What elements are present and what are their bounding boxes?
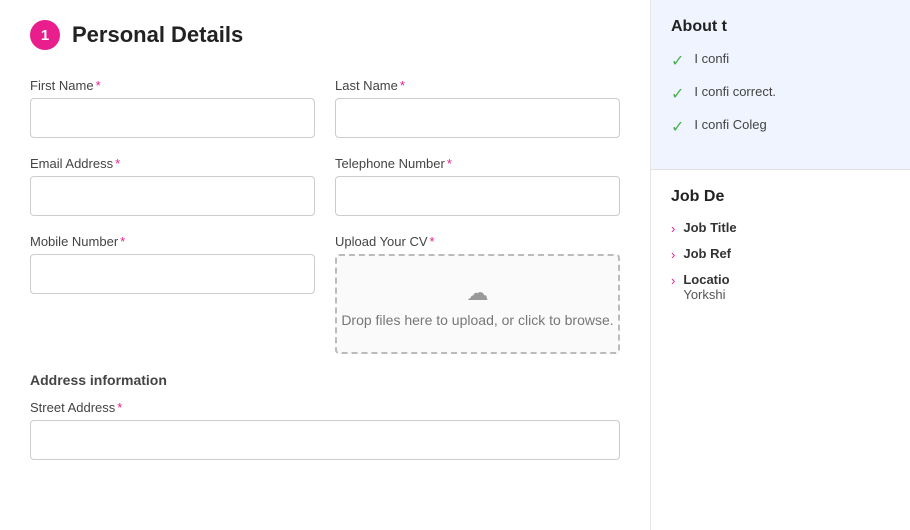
sidebar-job-item-location: › Locatio Yorkshi	[671, 272, 890, 302]
upload-icon: ☁	[467, 280, 489, 306]
last-name-group: Last Name*	[335, 78, 620, 138]
check-icon-3: ✓	[671, 117, 684, 137]
step-badge: 1	[30, 20, 60, 50]
sidebar-check-item-2: ✓ I confi correct.	[671, 83, 890, 104]
check-text-2: I confi correct.	[694, 83, 776, 101]
upload-cv-label: Upload Your CV*	[335, 234, 620, 249]
section-header: 1 Personal Details	[30, 20, 620, 50]
sidebar-about-title: About t	[671, 18, 890, 36]
upload-drop-text: Drop files here to upload, or click to b…	[341, 312, 613, 328]
chevron-icon-1: ›	[671, 221, 675, 236]
email-tel-row: Email Address* Telephone Number*	[30, 156, 620, 216]
check-text-3: I confi Coleg	[694, 116, 766, 134]
last-name-label: Last Name*	[335, 78, 620, 93]
email-required: *	[115, 156, 120, 171]
upload-cv-group: Upload Your CV* ☁ Drop files here to upl…	[335, 234, 620, 354]
address-section: Address information Street Address*	[30, 372, 620, 460]
first-name-input[interactable]	[30, 98, 315, 138]
mobile-upload-row: Mobile Number* Upload Your CV* ☁ Drop fi…	[30, 234, 620, 354]
first-name-group: First Name*	[30, 78, 315, 138]
street-address-required: *	[117, 400, 122, 415]
sidebar-job-section: Job De › Job Title › Job Ref › Locatio Y…	[651, 170, 910, 330]
sidebar: About t ✓ I confi ✓ I confi correct. ✓ I…	[650, 0, 910, 530]
sidebar-about-section: About t ✓ I confi ✓ I confi correct. ✓ I…	[651, 0, 910, 170]
main-form-area: 1 Personal Details First Name* Last Name…	[0, 0, 650, 530]
telephone-group: Telephone Number*	[335, 156, 620, 216]
check-text-1: I confi	[694, 50, 729, 68]
email-group: Email Address*	[30, 156, 315, 216]
page-title: Personal Details	[72, 22, 243, 48]
first-name-required: *	[96, 78, 101, 93]
email-label: Email Address*	[30, 156, 315, 171]
first-name-label: First Name*	[30, 78, 315, 93]
mobile-input[interactable]	[30, 254, 315, 294]
street-address-group: Street Address*	[30, 400, 620, 460]
mobile-required: *	[120, 234, 125, 249]
address-heading: Address information	[30, 372, 620, 388]
upload-drop-zone[interactable]: ☁ Drop files here to upload, or click to…	[335, 254, 620, 354]
job-title-label: Job Title	[683, 220, 736, 235]
name-row: First Name* Last Name*	[30, 78, 620, 138]
last-name-required: *	[400, 78, 405, 93]
street-address-label: Street Address*	[30, 400, 620, 415]
job-location-value: Yorkshi	[683, 287, 729, 302]
telephone-input[interactable]	[335, 176, 620, 216]
job-ref-label: Job Ref	[683, 246, 731, 261]
sidebar-check-item-1: ✓ I confi	[671, 50, 890, 71]
upload-cv-required: *	[430, 234, 435, 249]
sidebar-job-item-ref: › Job Ref	[671, 246, 890, 262]
check-icon-2: ✓	[671, 84, 684, 104]
job-location-label: Locatio	[683, 272, 729, 287]
sidebar-job-item-title: › Job Title	[671, 220, 890, 236]
mobile-label: Mobile Number*	[30, 234, 315, 249]
street-address-input[interactable]	[30, 420, 620, 460]
sidebar-check-item-3: ✓ I confi Coleg	[671, 116, 890, 137]
last-name-input[interactable]	[335, 98, 620, 138]
telephone-required: *	[447, 156, 452, 171]
telephone-label: Telephone Number*	[335, 156, 620, 171]
mobile-group: Mobile Number*	[30, 234, 315, 354]
chevron-icon-3: ›	[671, 273, 675, 288]
sidebar-job-title: Job De	[671, 188, 890, 206]
chevron-icon-2: ›	[671, 247, 675, 262]
check-icon-1: ✓	[671, 51, 684, 71]
email-input[interactable]	[30, 176, 315, 216]
